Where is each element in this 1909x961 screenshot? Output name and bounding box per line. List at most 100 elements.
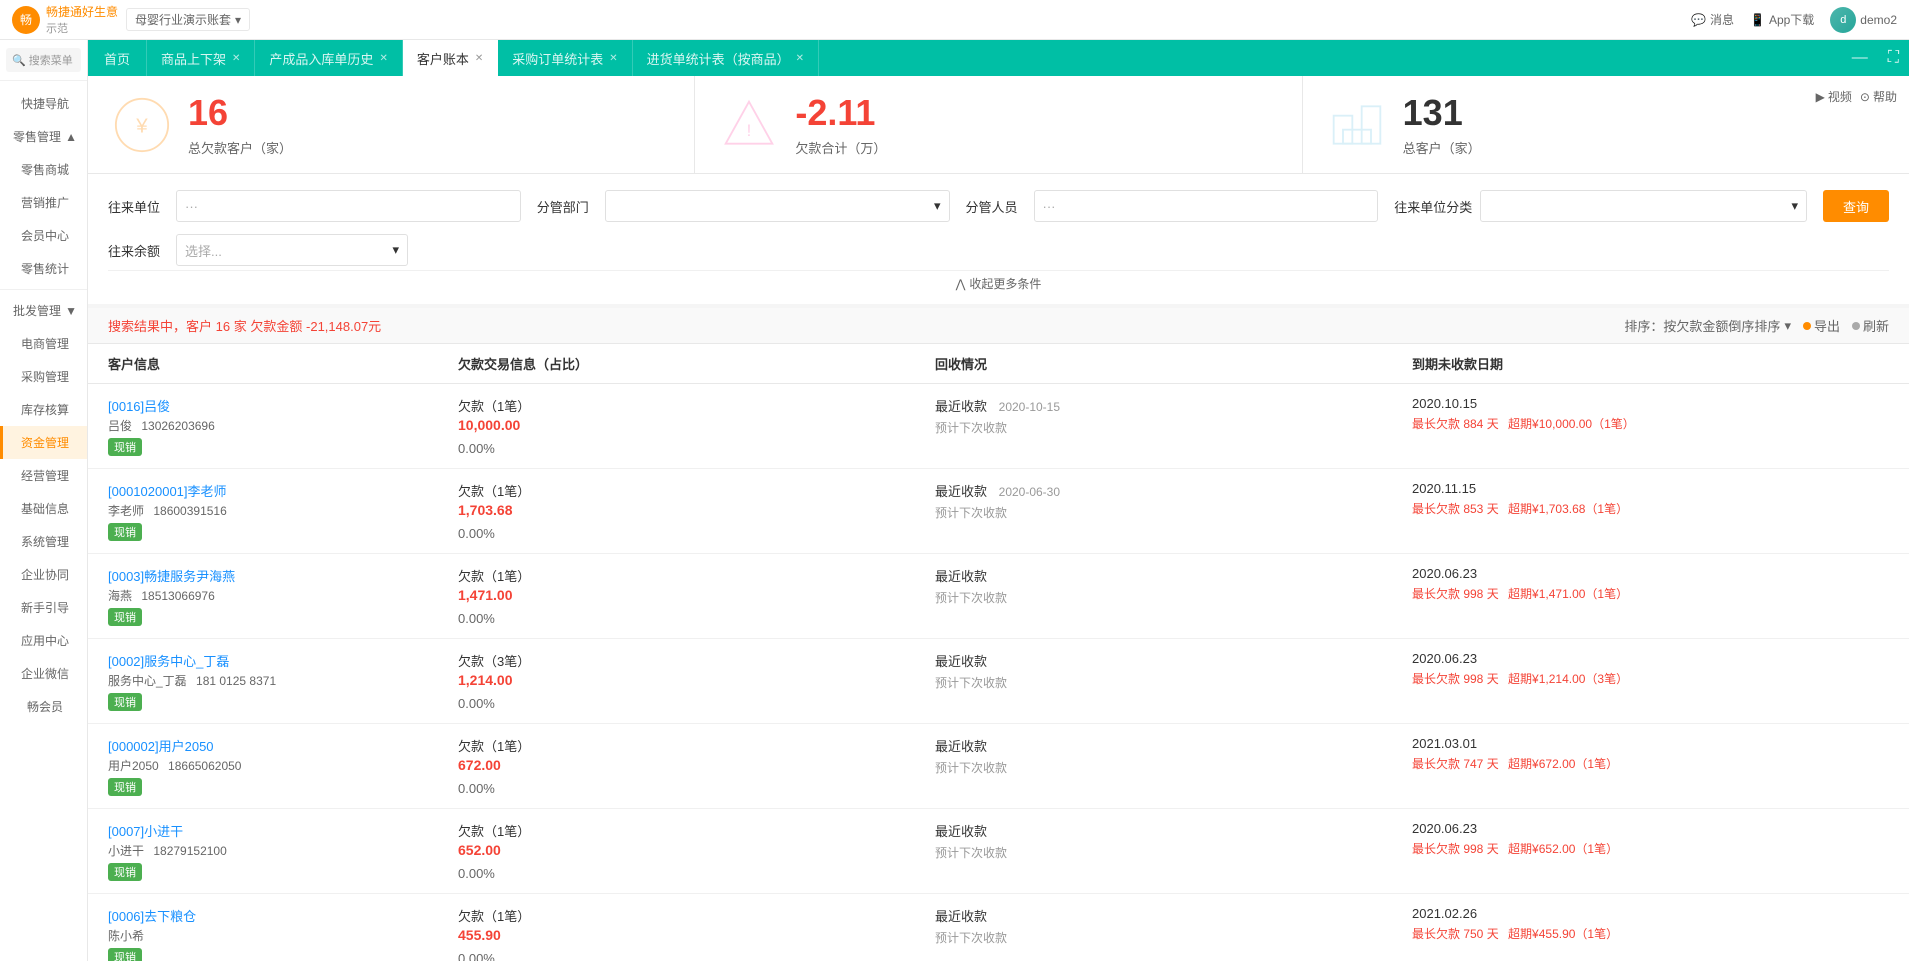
debt-amount[interactable]: 1,703.68 [458,502,935,518]
customer-name-link[interactable]: [000002]用户2050 [108,736,458,755]
payment-next: 预计下次收款 [935,844,1412,861]
debt-percent: 0.00% [458,526,935,541]
overdue-link[interactable]: 超期¥1,214.00（3笔） [1508,672,1628,686]
customer-name-link[interactable]: [0002]服务中心_丁磊 [108,651,458,670]
sort-selector[interactable]: 排序：按欠款金额倒序排序 ▾ [1624,316,1791,335]
tab-purchase-summary-close[interactable]: ✕ [609,53,617,64]
search-button[interactable]: 查询 [1823,190,1889,222]
tab-collapse-button[interactable]: — [1842,40,1878,76]
sidebar-item-marketing[interactable]: 营销推广 [0,186,87,219]
stat-actions-customers: ▶ 视频 ⊙ 帮助 [1816,88,1897,105]
company-arrow-icon: ▾ [235,13,241,27]
tab-home[interactable]: 首页 [88,40,147,76]
stat-card-debt-total: ! -2.11 欠款合计（万） [695,76,1302,173]
collapse-button[interactable]: ⋀ 收起更多条件 [108,270,1889,296]
logo-icon: 畅 [12,6,40,34]
sidebar-item-app-center[interactable]: 应用中心 [0,624,87,657]
customer-name-link[interactable]: [0001020001]李老师 [108,481,458,500]
tab-expand-button[interactable]: ⛶ [1878,40,1909,76]
sidebar-label-system: 系统管理 [21,535,69,549]
tab-purchase-summary-label: 采购订单统计表 [512,49,603,68]
app-wrapper: 畅 畅捷通好生意 示范 母婴行业演示账套 ▾ 💬 消息 📱 App下载 d [0,0,1909,961]
overdue-days: 最长欠款 853 天 超期¥1,703.68（1笔） [1412,500,1889,517]
sidebar-item-inventory[interactable]: 库存核算 [0,393,87,426]
debt-amount[interactable]: 10,000.00 [458,417,935,433]
sidebar-label-new-guide: 新手引导 [21,601,69,615]
export-button[interactable]: 导出 [1803,316,1840,335]
video-button[interactable]: ▶ 视频 [1816,88,1852,105]
sidebar-label-basic-info: 基础信息 [21,502,69,516]
customer-tag: 现销 [108,778,142,796]
company-selector[interactable]: 母婴行业演示账套 ▾ [126,8,250,31]
tab-purchase-summary[interactable]: 采购订单统计表 ✕ [498,40,632,76]
chevron-icon-retail: ▲ [65,130,77,144]
debt-info-cell: 欠款（3笔） 1,214.00 0.00% [458,651,935,711]
balance-select[interactable]: 选择... ▾ [176,234,408,266]
from-unit-input[interactable]: ··· [176,190,521,222]
sidebar-item-system[interactable]: 系统管理 [0,525,87,558]
user-area[interactable]: d demo2 [1830,7,1897,33]
sidebar-item-member[interactable]: 会员中心 [0,219,87,252]
results-suffix: 家 [234,319,247,334]
debt-amount[interactable]: 1,214.00 [458,672,935,688]
customer-contact: 服务中心_丁磊 181 0125 8371 [108,672,458,689]
sidebar-item-purchase[interactable]: 采购管理 [0,360,87,393]
sidebar-item-basic-info[interactable]: 基础信息 [0,492,87,525]
tab-stock-in-summary[interactable]: 进货单统计表（按商品） ✕ [633,40,819,76]
sidebar-item-retail-stats[interactable]: 零售统计 [0,252,87,285]
user-name: demo2 [1860,13,1897,27]
sidebar-section: 快捷导航 零售管理 ▲ 零售商城 营销推广 会员中心 零售统计 [0,81,87,729]
refresh-button[interactable]: 刷新 [1852,316,1889,335]
download-button[interactable]: 📱 App下载 [1750,11,1814,28]
overdue-date: 2020.06.23 [1412,821,1889,836]
video-icon: ▶ [1816,90,1825,104]
stat-text-customers: 131 总客户（家） [1403,92,1885,157]
sidebar-search[interactable]: 🔍 搜索菜单 [0,40,87,81]
person-input[interactable]: ··· [1034,190,1379,222]
sidebar-item-retail-mgmt[interactable]: 零售管理 ▲ [0,120,87,153]
tab-stock-in-summary-close[interactable]: ✕ [796,53,804,64]
sidebar-item-batch-mgmt[interactable]: 批发管理 ▼ [0,294,87,327]
right-panel: 首页 商品上下架 ✕ 产成品入库单历史 ✕ 客户账本 ✕ 采购订单统计表 ✕ [88,40,1909,961]
customer-name-link[interactable]: [0007]小进干 [108,821,458,840]
customer-name-link[interactable]: [0003]畅捷服务尹海燕 [108,566,458,585]
overdue-link[interactable]: 超期¥672.00（1笔） [1508,757,1618,771]
debt-amount[interactable]: 1,471.00 [458,587,935,603]
overdue-link[interactable]: 超期¥1,471.00（1笔） [1508,587,1628,601]
customer-name-link[interactable]: [0006]去下粮仓 [108,906,458,925]
search-box[interactable]: 🔍 搜索菜单 [6,48,81,72]
tab-products-off-close[interactable]: ✕ [232,53,240,64]
overdue-link[interactable]: 超期¥10,000.00（1笔） [1508,417,1635,431]
sidebar-label-corp-collab: 企业协同 [21,568,69,582]
overdue-days: 最长欠款 998 天 超期¥652.00（1笔） [1412,840,1889,857]
tab-produce-in-close[interactable]: ✕ [379,53,387,64]
sidebar-item-corp-collab[interactable]: 企业协同 [0,558,87,591]
unit-class-label: 往来单位分类 [1394,197,1472,216]
sidebar-item-quick-nav[interactable]: 快捷导航 [0,87,87,120]
tab-customer-account-close[interactable]: ✕ [475,53,483,64]
unit-class-select[interactable]: ▾ [1480,190,1807,222]
debt-amount[interactable]: 652.00 [458,842,935,858]
sidebar-item-vip-member[interactable]: 畅会员 [0,690,87,723]
tab-produce-in[interactable]: 产成品入库单历史 ✕ [255,40,402,76]
sidebar-item-new-guide[interactable]: 新手引导 [0,591,87,624]
overdue-link[interactable]: 超期¥1,703.68（1笔） [1508,502,1628,516]
sidebar-item-business[interactable]: 经营管理 [0,459,87,492]
debt-amount[interactable]: 455.90 [458,927,935,943]
overdue-link[interactable]: 超期¥455.90（1笔） [1508,927,1618,941]
sidebar-item-ecommerce[interactable]: 电商管理 [0,327,87,360]
sidebar-label-vip-member: 畅会员 [27,700,63,714]
message-button[interactable]: 💬 消息 [1691,11,1734,28]
filter-balance: 往来余额 选择... ▾ [108,234,408,266]
help-button[interactable]: ⊙ 帮助 [1860,88,1897,105]
overdue-link[interactable]: 超期¥652.00（1笔） [1508,842,1618,856]
customer-name-link[interactable]: [0016]吕俊 [108,396,458,415]
debt-amount[interactable]: 672.00 [458,757,935,773]
sidebar-item-corp-wechat[interactable]: 企业微信 [0,657,87,690]
tab-products-off[interactable]: 商品上下架 ✕ [147,40,255,76]
dept-select[interactable]: ▾ [605,190,950,222]
tab-customer-account[interactable]: 客户账本 ✕ [403,40,498,76]
sidebar-item-finance[interactable]: 资金管理 [0,426,87,459]
logo-area: 畅 畅捷通好生意 示范 [12,3,118,36]
sidebar-item-retail-store[interactable]: 零售商城 [0,153,87,186]
